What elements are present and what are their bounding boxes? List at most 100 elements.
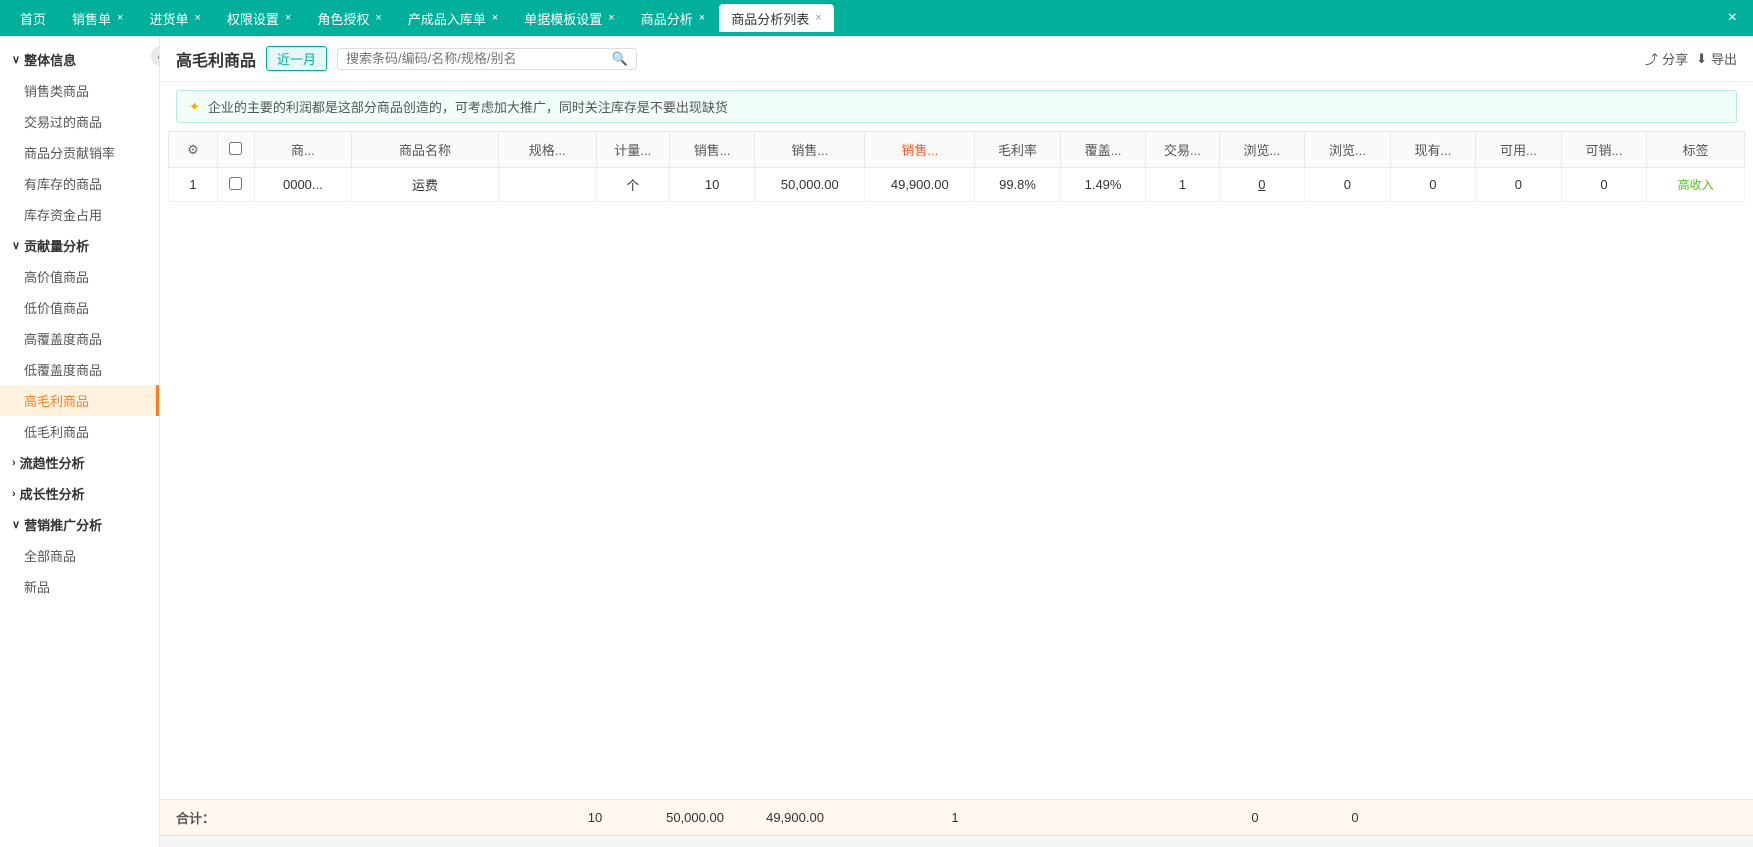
sidebar-group-marketing[interactable]: ∨ 营销推广分析 bbox=[0, 509, 159, 540]
nav-home[interactable]: 首页 bbox=[8, 4, 58, 32]
sidebar-item-high-coverage[interactable]: 高覆盖度商品 bbox=[0, 323, 159, 354]
table-row: 1 0000... 运费 个 10 50,000.00 49,900.00 99… bbox=[169, 168, 1745, 202]
footer-trade: 1 bbox=[915, 810, 995, 825]
nav-permission-close[interactable]: × bbox=[285, 12, 291, 24]
cell-check[interactable] bbox=[217, 168, 254, 202]
sidebar-group-contribution[interactable]: ∨ 贡献量分析 bbox=[0, 230, 159, 261]
table-footer: 合计： 10 50,000.00 49,900.00 1 0 0 bbox=[160, 799, 1753, 835]
nav-product-inbound-close[interactable]: × bbox=[492, 12, 498, 24]
th-spec[interactable]: 规格... bbox=[498, 132, 596, 168]
search-icon[interactable]: 🔍 bbox=[612, 51, 628, 67]
nav-sales-close[interactable]: × bbox=[117, 12, 123, 24]
sidebar-group-marketing-arrow: ∨ bbox=[12, 518, 20, 531]
sidebar-item-contribution-rate[interactable]: 商品分贡献销率 bbox=[0, 137, 159, 168]
th-tag[interactable]: 标签 bbox=[1647, 132, 1745, 168]
nav-purchase[interactable]: 进货单 × bbox=[137, 4, 212, 32]
nav-product-inbound-label: 产成品入库单 bbox=[408, 9, 486, 28]
th-sales-qty[interactable]: 销售... bbox=[669, 132, 755, 168]
nav-permission[interactable]: 权限设置 × bbox=[215, 4, 303, 32]
browse1-link[interactable]: 0 bbox=[1258, 177, 1265, 192]
cell-stock2: 0 bbox=[1476, 168, 1562, 202]
sidebar-item-high-value[interactable]: 高价值商品 bbox=[0, 261, 159, 292]
share-button[interactable]: ⤴ 分享 bbox=[1645, 49, 1688, 68]
footer-sales-amt: 50,000.00 bbox=[655, 810, 735, 825]
nav-template-label: 单据模板设置 bbox=[524, 9, 602, 28]
nav-role[interactable]: 角色授权 × bbox=[305, 4, 393, 32]
th-name[interactable]: 商品名称 bbox=[352, 132, 499, 168]
sidebar-item-stock-goods[interactable]: 有库存的商品 bbox=[0, 168, 159, 199]
nav-template[interactable]: 单据模板设置 × bbox=[512, 4, 626, 32]
sidebar-group-growth[interactable]: › 成长性分析 bbox=[0, 478, 159, 509]
sidebar-group-trend[interactable]: › 流趋性分析 bbox=[0, 447, 159, 478]
th-check[interactable] bbox=[217, 132, 254, 168]
th-sales-amt[interactable]: 销售... bbox=[755, 132, 865, 168]
sidebar-item-stock-capital[interactable]: 库存资金占用 bbox=[0, 199, 159, 230]
sidebar-group-overall-label: 整体信息 bbox=[24, 50, 76, 69]
th-cover[interactable]: 覆盖... bbox=[1060, 132, 1146, 168]
th-settings[interactable]: ⚙ bbox=[169, 132, 218, 168]
sidebar-group-overall[interactable]: ∨ 整体信息 bbox=[0, 44, 159, 75]
cell-name: 运费 bbox=[352, 168, 499, 202]
date-filter-button[interactable]: 近一月 bbox=[266, 46, 327, 71]
cell-browse1[interactable]: 0 bbox=[1219, 168, 1305, 202]
th-sales-profit[interactable]: 销售... bbox=[865, 132, 975, 168]
export-label: 导出 bbox=[1711, 49, 1737, 68]
cell-trade: 1 bbox=[1146, 168, 1219, 202]
top-navigation: 首页 销售单 × 进货单 × 权限设置 × 角色授权 × 产成品入库单 × 单据… bbox=[0, 0, 1753, 36]
sidebar-group-trend-arrow: › bbox=[12, 457, 16, 469]
footer-label: 合计： bbox=[176, 808, 215, 827]
nav-purchase-close[interactable]: × bbox=[194, 12, 200, 24]
nav-analysis-close[interactable]: × bbox=[699, 12, 705, 24]
table-container: ⚙ 商... 商品名称 规格... bbox=[168, 131, 1745, 799]
main-container: « ∨ 整体信息 销售类商品 交易过的商品 商品分贡献销率 有库存的商品 库存资… bbox=[0, 36, 1753, 847]
nav-sales[interactable]: 销售单 × bbox=[60, 4, 135, 32]
nav-analysis-list-close[interactable]: × bbox=[815, 12, 821, 24]
content-area: 高毛利商品 近一月 🔍 ⤴ 分享 ⬇ 导出 ✦ 企业的主要的利润都是这部分商品创… bbox=[160, 36, 1753, 847]
page-title: 高毛利商品 bbox=[176, 47, 256, 71]
th-stock3[interactable]: 可销... bbox=[1561, 132, 1647, 168]
th-unit[interactable]: 计量... bbox=[596, 132, 669, 168]
sidebar-item-low-coverage[interactable]: 低覆盖度商品 bbox=[0, 354, 159, 385]
nav-purchase-label: 进货单 bbox=[149, 9, 188, 28]
th-gross-margin[interactable]: 毛利率 bbox=[975, 132, 1061, 168]
export-icon: ⬇ bbox=[1696, 51, 1707, 67]
sidebar-item-low-margin[interactable]: 低毛利商品 bbox=[0, 416, 159, 447]
nav-analysis[interactable]: 商品分析 × bbox=[629, 4, 717, 32]
row-checkbox[interactable] bbox=[229, 177, 242, 190]
share-label: 分享 bbox=[1662, 49, 1688, 68]
nav-analysis-label: 商品分析 bbox=[641, 9, 693, 28]
notice-text: 企业的主要的利润都是这部分商品创造的，可考虑加大推广，同时关注库存是不要出现缺货 bbox=[208, 97, 728, 116]
th-trade[interactable]: 交易... bbox=[1146, 132, 1219, 168]
window-close-button[interactable]: × bbox=[1720, 9, 1745, 27]
search-input[interactable] bbox=[346, 51, 612, 66]
sidebar-item-sales-goods[interactable]: 销售类商品 bbox=[0, 75, 159, 106]
share-icon: ⤴ bbox=[1645, 49, 1658, 68]
nav-product-inbound[interactable]: 产成品入库单 × bbox=[396, 4, 510, 32]
th-code[interactable]: 商... bbox=[254, 132, 352, 168]
cell-unit: 个 bbox=[596, 168, 669, 202]
th-stock2[interactable]: 可用... bbox=[1476, 132, 1562, 168]
select-all-checkbox[interactable] bbox=[229, 142, 242, 155]
sidebar-item-high-margin[interactable]: 高毛利商品 bbox=[0, 385, 159, 416]
sidebar: « ∨ 整体信息 销售类商品 交易过的商品 商品分贡献销率 有库存的商品 库存资… bbox=[0, 36, 160, 847]
sidebar-item-new-goods[interactable]: 新品 bbox=[0, 571, 159, 602]
sidebar-collapse-icon: « bbox=[157, 49, 160, 64]
sidebar-item-traded-goods[interactable]: 交易过的商品 bbox=[0, 106, 159, 137]
footer-sales-qty: 10 bbox=[555, 810, 635, 825]
cell-sales-qty: 10 bbox=[669, 168, 755, 202]
settings-icon[interactable]: ⚙ bbox=[187, 142, 199, 157]
nav-role-close[interactable]: × bbox=[375, 12, 381, 24]
nav-home-label: 首页 bbox=[20, 9, 46, 28]
th-browse2[interactable]: 浏览... bbox=[1305, 132, 1391, 168]
export-button[interactable]: ⬇ 导出 bbox=[1696, 49, 1737, 68]
th-browse1[interactable]: 浏览... bbox=[1219, 132, 1305, 168]
data-table: ⚙ 商... 商品名称 规格... bbox=[168, 131, 1745, 202]
horizontal-scrollbar[interactable] bbox=[160, 835, 1753, 847]
sidebar-item-low-value[interactable]: 低价值商品 bbox=[0, 292, 159, 323]
th-stock1[interactable]: 现有... bbox=[1390, 132, 1476, 168]
cell-cover: 1.49% bbox=[1060, 168, 1146, 202]
sidebar-item-all-goods[interactable]: 全部商品 bbox=[0, 540, 159, 571]
nav-template-close[interactable]: × bbox=[608, 12, 614, 24]
notice-icon: ✦ bbox=[189, 99, 200, 115]
nav-analysis-list[interactable]: 商品分析列表 × bbox=[719, 4, 833, 32]
